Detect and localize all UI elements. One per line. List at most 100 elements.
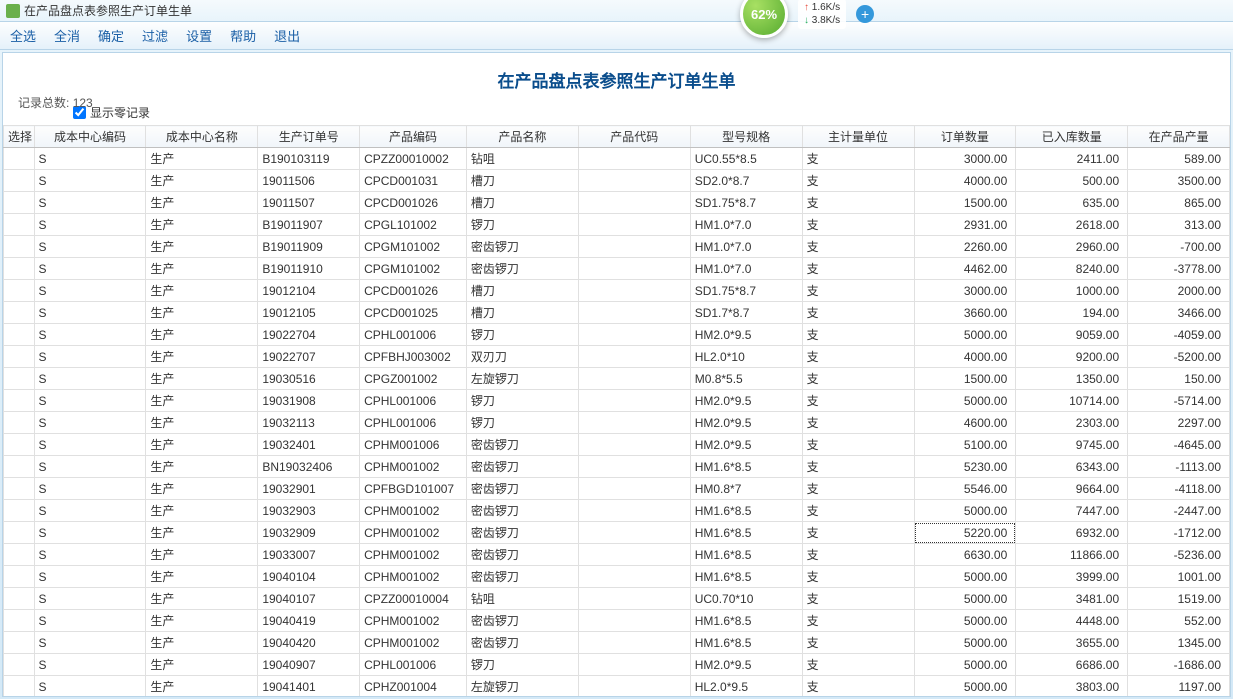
cell-in_qty[interactable]: 7447.00 (1016, 500, 1128, 522)
table-row[interactable]: S生产19040420CPHM001002密齿锣刀HM1.6*8.5支5000.… (4, 632, 1230, 654)
cell-prod_code[interactable]: CPHM001006 (360, 434, 467, 456)
cell-spec[interactable]: HM1.6*8.5 (690, 456, 802, 478)
cell-sel[interactable] (4, 588, 35, 610)
table-row[interactable]: S生产19022707CPFBHJ003002双刃刀HL2.0*10支4000.… (4, 346, 1230, 368)
cell-prod_alias[interactable] (578, 346, 690, 368)
cell-in_qty[interactable]: 3655.00 (1016, 632, 1128, 654)
cell-unit[interactable]: 支 (802, 324, 914, 346)
cell-cc_code[interactable]: S (34, 192, 146, 214)
cell-unit[interactable]: 支 (802, 148, 914, 170)
cell-prod_name[interactable]: 左旋锣刀 (466, 368, 578, 390)
cell-sel[interactable] (4, 346, 35, 368)
percent-badge[interactable]: 62% (740, 0, 788, 38)
cell-prod_alias[interactable] (578, 434, 690, 456)
cell-unit[interactable]: 支 (802, 676, 914, 697)
cell-in_qty[interactable]: 2960.00 (1016, 236, 1128, 258)
cell-prod_alias[interactable] (578, 368, 690, 390)
cell-unit[interactable]: 支 (802, 368, 914, 390)
cell-cc_code[interactable]: S (34, 566, 146, 588)
cell-cc_name[interactable]: 生产 (146, 654, 258, 676)
cell-in_qty[interactable]: 8240.00 (1016, 258, 1128, 280)
cell-order_no[interactable]: 19012105 (258, 302, 360, 324)
menu-select-all[interactable]: 全选 (10, 26, 36, 45)
cell-order_no[interactable]: 19040104 (258, 566, 360, 588)
cell-unit[interactable]: 支 (802, 522, 914, 544)
cell-prod_code[interactable]: CPCD001026 (360, 280, 467, 302)
cell-prod_name[interactable]: 槽刀 (466, 192, 578, 214)
cell-prod_code[interactable]: CPGZ001002 (360, 368, 467, 390)
cell-prod_name[interactable]: 密齿锣刀 (466, 258, 578, 280)
cell-spec[interactable]: HM2.0*9.5 (690, 412, 802, 434)
cell-cc_name[interactable]: 生产 (146, 214, 258, 236)
cell-order_qty[interactable]: 5000.00 (914, 676, 1016, 697)
cell-order_no[interactable]: 19022707 (258, 346, 360, 368)
cell-cc_code[interactable]: S (34, 214, 146, 236)
cell-prod_name[interactable]: 锣刀 (466, 390, 578, 412)
col-header-in_qty[interactable]: 已入库数量 (1016, 126, 1128, 148)
cell-cc_name[interactable]: 生产 (146, 368, 258, 390)
cell-prod_name[interactable]: 密齿锣刀 (466, 632, 578, 654)
cell-unit[interactable]: 支 (802, 390, 914, 412)
cell-in_qty[interactable]: 11866.00 (1016, 544, 1128, 566)
cell-sel[interactable] (4, 192, 35, 214)
menu-confirm[interactable]: 确定 (98, 26, 124, 45)
cell-cc_code[interactable]: S (34, 478, 146, 500)
cell-spec[interactable]: HM1.0*7.0 (690, 214, 802, 236)
cell-in_qty[interactable]: 6932.00 (1016, 522, 1128, 544)
cell-wip_qty[interactable]: -5200.00 (1128, 346, 1230, 368)
cell-order_qty[interactable]: 3660.00 (914, 302, 1016, 324)
cell-unit[interactable]: 支 (802, 632, 914, 654)
cell-unit[interactable]: 支 (802, 544, 914, 566)
cell-prod_name[interactable]: 密齿锣刀 (466, 456, 578, 478)
cell-cc_name[interactable]: 生产 (146, 676, 258, 697)
cell-wip_qty[interactable]: -1113.00 (1128, 456, 1230, 478)
cell-order_no[interactable]: 19040420 (258, 632, 360, 654)
table-row[interactable]: S生产B190103119CPZZ00010002钻咀UC0.55*8.5支30… (4, 148, 1230, 170)
cell-in_qty[interactable]: 3999.00 (1016, 566, 1128, 588)
col-header-order_qty[interactable]: 订单数量 (914, 126, 1016, 148)
cell-order_no[interactable]: 19040107 (258, 588, 360, 610)
cell-prod_alias[interactable] (578, 632, 690, 654)
cell-in_qty[interactable]: 1350.00 (1016, 368, 1128, 390)
cell-prod_alias[interactable] (578, 258, 690, 280)
cell-sel[interactable] (4, 566, 35, 588)
cell-order_no[interactable]: 19012104 (258, 280, 360, 302)
col-header-wip_qty[interactable]: 在产品产量 (1128, 126, 1230, 148)
cell-order_qty[interactable]: 5000.00 (914, 610, 1016, 632)
cell-prod_alias[interactable] (578, 566, 690, 588)
cell-prod_alias[interactable] (578, 676, 690, 697)
cell-in_qty[interactable]: 3803.00 (1016, 676, 1128, 697)
cell-in_qty[interactable]: 4448.00 (1016, 610, 1128, 632)
cell-order_qty[interactable]: 4600.00 (914, 412, 1016, 434)
cell-prod_code[interactable]: CPHM001002 (360, 610, 467, 632)
cell-prod_code[interactable]: CPHM001002 (360, 500, 467, 522)
cell-cc_code[interactable]: S (34, 654, 146, 676)
table-row[interactable]: S生产19040104CPHM001002密齿锣刀HM1.6*8.5支5000.… (4, 566, 1230, 588)
cell-spec[interactable]: SD1.75*8.7 (690, 280, 802, 302)
cell-sel[interactable] (4, 610, 35, 632)
cell-prod_name[interactable]: 锣刀 (466, 324, 578, 346)
cell-prod_alias[interactable] (578, 522, 690, 544)
cell-unit[interactable]: 支 (802, 346, 914, 368)
cell-prod_code[interactable]: CPCD001031 (360, 170, 467, 192)
cell-order_no[interactable]: 19032401 (258, 434, 360, 456)
cell-spec[interactable]: SD2.0*8.7 (690, 170, 802, 192)
cell-in_qty[interactable]: 635.00 (1016, 192, 1128, 214)
cell-wip_qty[interactable]: 2297.00 (1128, 412, 1230, 434)
cell-wip_qty[interactable]: 589.00 (1128, 148, 1230, 170)
cell-order_no[interactable]: 19031908 (258, 390, 360, 412)
cell-wip_qty[interactable]: 1519.00 (1128, 588, 1230, 610)
cell-prod_code[interactable]: CPHL001006 (360, 412, 467, 434)
cell-prod_code[interactable]: CPCD001025 (360, 302, 467, 324)
cell-spec[interactable]: HM1.0*7.0 (690, 258, 802, 280)
cell-order_no[interactable]: 19022704 (258, 324, 360, 346)
cell-wip_qty[interactable]: 3466.00 (1128, 302, 1230, 324)
cell-prod_code[interactable]: CPZZ00010002 (360, 148, 467, 170)
cell-sel[interactable] (4, 456, 35, 478)
cell-sel[interactable] (4, 148, 35, 170)
table-row[interactable]: S生产BN19032406CPHM001002密齿锣刀HM1.6*8.5支523… (4, 456, 1230, 478)
cell-order_qty[interactable]: 1500.00 (914, 192, 1016, 214)
cell-sel[interactable] (4, 280, 35, 302)
cell-order_no[interactable]: 19040419 (258, 610, 360, 632)
cell-cc_code[interactable]: S (34, 522, 146, 544)
